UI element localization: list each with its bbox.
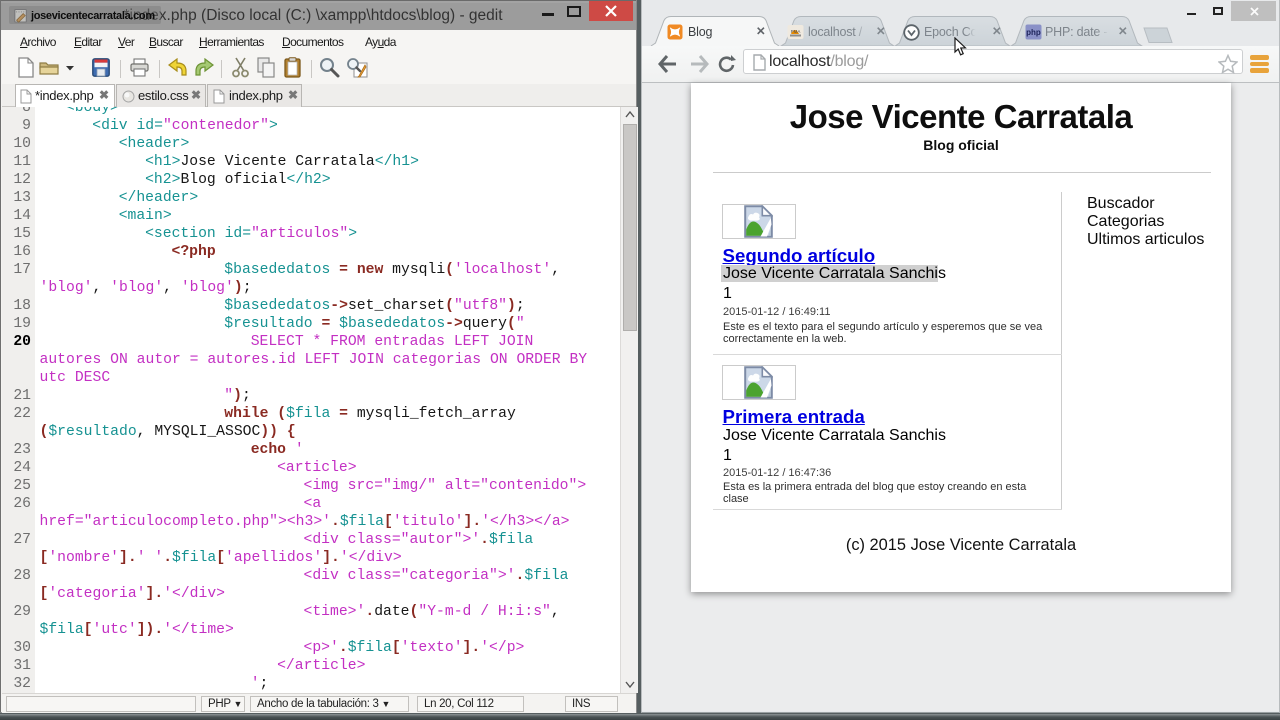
svg-text:php: php <box>1026 28 1041 37</box>
svg-text:PMA: PMA <box>791 29 801 34</box>
